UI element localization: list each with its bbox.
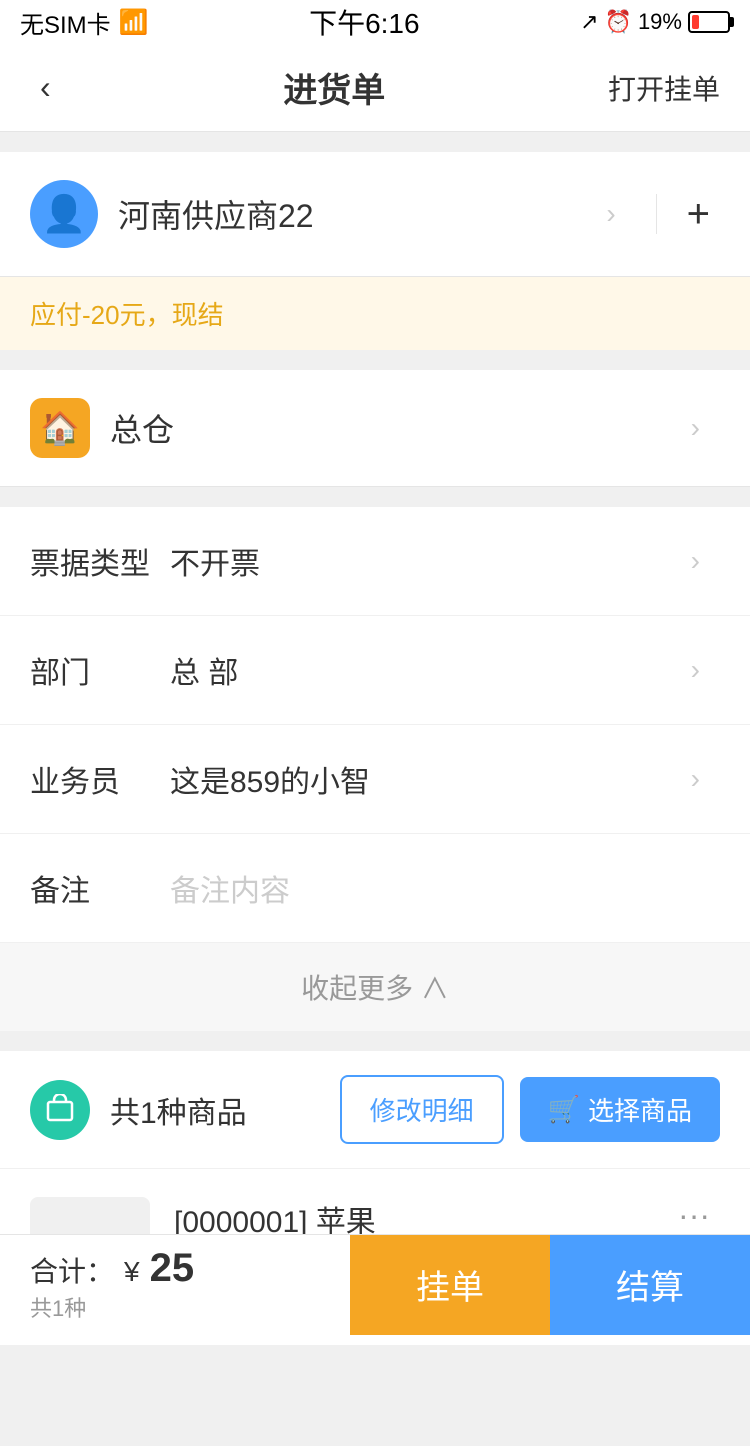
invoice-row[interactable]: 票据类型 不开票 › bbox=[0, 507, 750, 616]
department-label: 部门 bbox=[30, 648, 170, 692]
battery-label: 19% bbox=[638, 9, 682, 35]
product-header: 共1种商品 修改明细 🛒 选择商品 bbox=[0, 1051, 750, 1169]
salesman-chevron-icon: › bbox=[691, 763, 700, 795]
remark-placeholder: 备注内容 bbox=[170, 866, 720, 910]
notice-bar: 应付-20元，现结 bbox=[0, 277, 750, 350]
form-section: 票据类型 不开票 › 部门 总 部 › 业务员 这是859的小智 › 备注 备注… bbox=[0, 507, 750, 943]
total-number: 25 bbox=[150, 1246, 195, 1290]
product-count-label: 共1种商品 bbox=[110, 1088, 340, 1132]
nav-bar: ‹ 进货单 打开挂单 bbox=[0, 44, 750, 132]
wifi-icon: 📶 bbox=[119, 8, 149, 37]
invoice-label: 票据类型 bbox=[30, 539, 170, 583]
collapse-button[interactable]: 收起更多 ∧ bbox=[0, 943, 750, 1031]
edit-detail-button[interactable]: 修改明细 bbox=[340, 1075, 504, 1144]
remark-row[interactable]: 备注 备注内容 bbox=[0, 834, 750, 943]
total-amount: 合计： ¥ 25 bbox=[30, 1246, 320, 1291]
department-value: 总 部 bbox=[170, 648, 691, 692]
remark-label: 备注 bbox=[30, 866, 170, 910]
supplier-row[interactable]: 👤 河南供应商22 › + bbox=[0, 152, 750, 277]
warehouse-chevron-icon: › bbox=[691, 412, 700, 444]
add-button[interactable]: + bbox=[677, 192, 720, 237]
salesman-row[interactable]: 业务员 这是859的小智 › bbox=[0, 725, 750, 834]
supplier-section: 👤 河南供应商22 › + 应付-20元，现结 bbox=[0, 152, 750, 350]
divider-2 bbox=[0, 350, 750, 370]
product-icon bbox=[30, 1080, 90, 1140]
salesman-value: 这是859的小智 bbox=[170, 757, 691, 801]
warehouse-icon: 🏠 bbox=[30, 398, 90, 458]
collapse-label: 收起更多 ∧ bbox=[301, 973, 449, 1004]
warehouse-section: 🏠 总仓 › bbox=[0, 370, 750, 487]
select-product-icon: 🛒 bbox=[548, 1094, 580, 1125]
page-title: 进货单 bbox=[283, 63, 385, 112]
battery-icon bbox=[688, 11, 730, 33]
notice-text: 应付-20元，现结 bbox=[30, 300, 224, 330]
supplier-chevron-icon: › bbox=[606, 198, 615, 230]
divider-3 bbox=[0, 487, 750, 507]
checkout-button[interactable]: 结算 bbox=[550, 1235, 750, 1335]
product-more-button[interactable]: ··· bbox=[668, 1197, 720, 1234]
department-row[interactable]: 部门 总 部 › bbox=[0, 616, 750, 725]
status-right: ↗ ⏰ 19% bbox=[580, 9, 730, 35]
hang-order-button[interactable]: 挂单 bbox=[350, 1235, 550, 1335]
salesman-label: 业务员 bbox=[30, 757, 170, 801]
invoice-chevron-icon: › bbox=[691, 545, 700, 577]
status-bar: 无SIM卡 📶 下午6:16 ↗ ⏰ 19% bbox=[0, 0, 750, 44]
back-button[interactable]: ‹ bbox=[30, 59, 61, 116]
open-pending-button[interactable]: 打开挂单 bbox=[608, 68, 720, 108]
status-left: 无SIM卡 📶 bbox=[20, 5, 149, 40]
warehouse-row[interactable]: 🏠 总仓 › bbox=[0, 370, 750, 487]
invoice-value: 不开票 bbox=[170, 539, 691, 583]
yuan-symbol: ¥ bbox=[124, 1256, 140, 1287]
divider-1 bbox=[0, 132, 750, 152]
location-icon: ↗ bbox=[580, 9, 598, 35]
carrier-label: 无SIM卡 bbox=[20, 5, 111, 40]
supplier-avatar: 👤 bbox=[30, 180, 98, 248]
warehouse-name: 总仓 bbox=[110, 405, 691, 451]
total-count: 共1种 bbox=[30, 1291, 320, 1323]
total-section: 合计： ¥ 25 共1种 bbox=[0, 1246, 350, 1323]
bottom-spacer bbox=[0, 1346, 750, 1446]
status-time: 下午6:16 bbox=[309, 2, 420, 42]
avatar-icon: 👤 bbox=[42, 193, 87, 235]
alarm-icon: ⏰ bbox=[605, 9, 632, 35]
supplier-name: 河南供应商22 bbox=[118, 191, 606, 237]
department-chevron-icon: › bbox=[691, 654, 700, 686]
battery-fill bbox=[692, 15, 699, 29]
select-product-button[interactable]: 🛒 选择商品 bbox=[520, 1077, 720, 1142]
supplier-divider bbox=[656, 194, 657, 234]
total-label: 合计： bbox=[30, 1256, 114, 1287]
bottom-bar: 合计： ¥ 25 共1种 挂单 结算 bbox=[0, 1234, 750, 1334]
select-product-label: 选择商品 bbox=[588, 1091, 692, 1128]
